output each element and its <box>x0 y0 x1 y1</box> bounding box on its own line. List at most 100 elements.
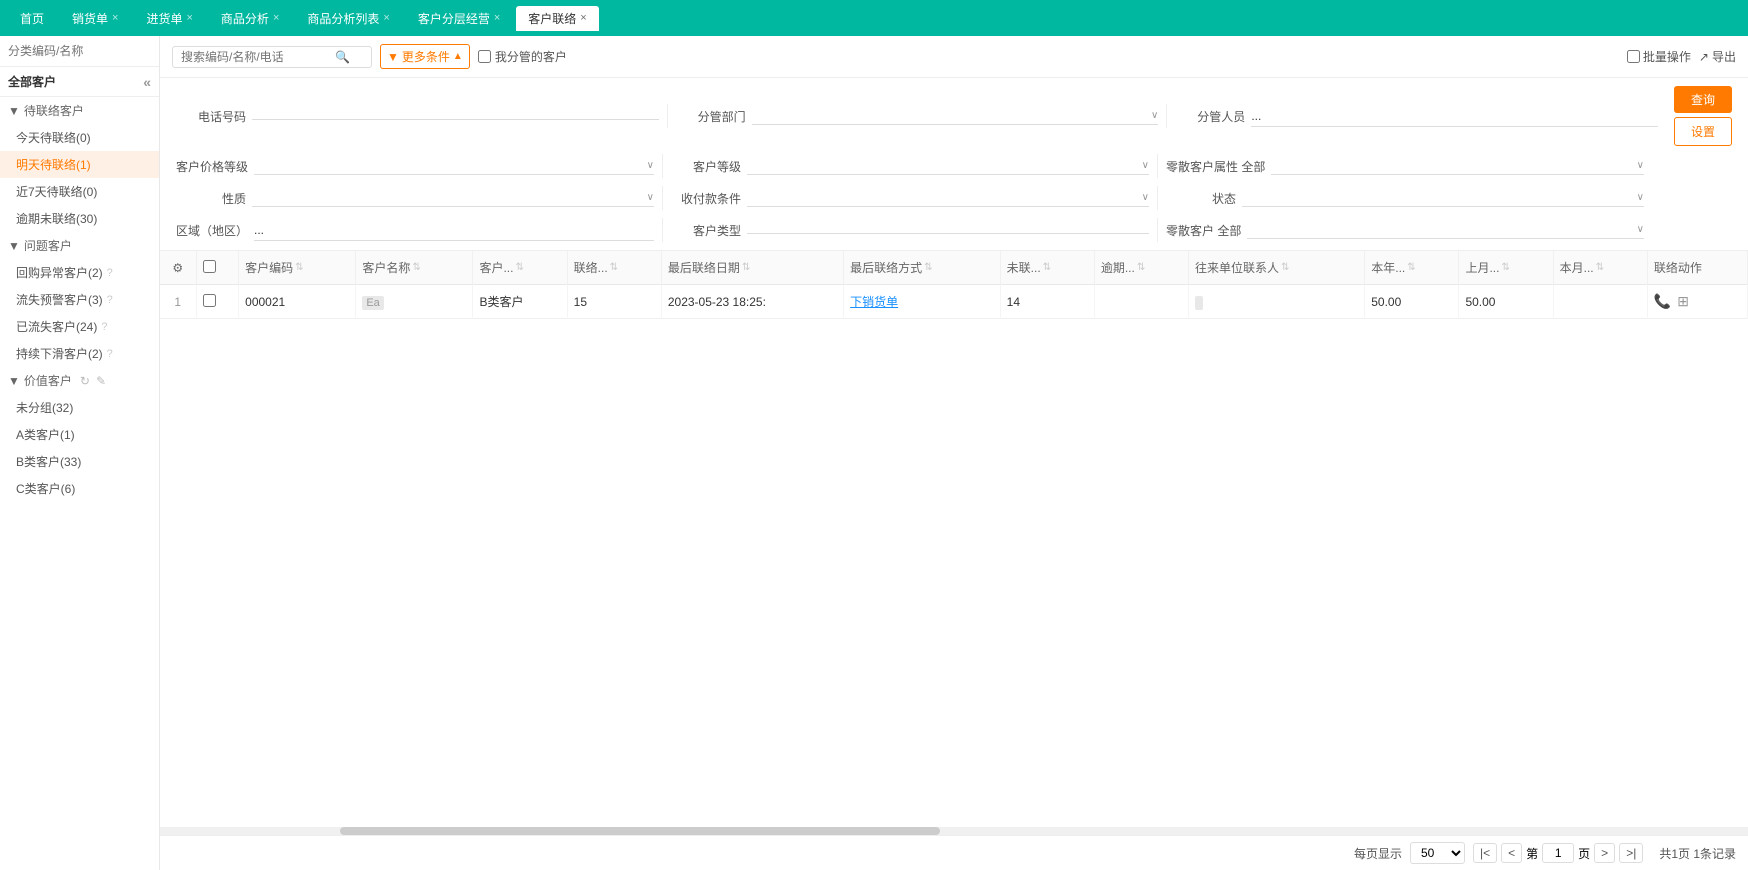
filter-payment-select[interactable]: ∨ <box>747 189 1149 207</box>
pager-first-btn[interactable]: |< <box>1473 843 1497 863</box>
my-customers-checkbox[interactable] <box>478 50 491 63</box>
my-customers-checkbox-label[interactable]: 我分管的客户 <box>478 48 567 65</box>
sidebar-group-pending[interactable]: ▼ 待联络客户 <box>0 97 159 124</box>
phone-action-icon[interactable]: 📞 <box>1654 293 1671 310</box>
page-input[interactable] <box>1542 843 1574 863</box>
value-edit-icon[interactable]: ✎ <box>96 374 106 388</box>
sort-year-icon[interactable]: ⇅ <box>1407 262 1415 273</box>
pager-last-btn[interactable]: >| <box>1619 843 1643 863</box>
nav-customer-tier[interactable]: 客户分层经营 × <box>406 6 512 31</box>
query-btn[interactable]: 查询 <box>1674 86 1732 113</box>
row-method-cell[interactable]: 下销货单 <box>844 285 1001 319</box>
nav-sales[interactable]: 销货单 × <box>60 6 130 31</box>
sort-method-icon[interactable]: ⇅ <box>924 262 932 273</box>
nav-customer-tier-close[interactable]: × <box>494 12 500 24</box>
select-all-checkbox[interactable] <box>203 260 216 273</box>
sidebar-item-overdue[interactable]: 逾期未联络(30) <box>0 205 159 232</box>
filter-customer-level-select[interactable]: ∨ <box>747 157 1149 175</box>
th-settings[interactable]: ⚙ <box>160 251 196 285</box>
sidebar-item-c-class[interactable]: C类客户(6) <box>0 475 159 502</box>
filter-action-btns: 查询 设置 <box>1674 86 1732 146</box>
nav-analysis[interactable]: 商品分析 × <box>209 6 291 31</box>
filter-retail-attr-select[interactable]: ∨ <box>1271 157 1644 175</box>
filter-icon: ▼ <box>387 50 399 64</box>
row-checkbox[interactable] <box>203 294 216 307</box>
per-page-select[interactable]: 50 20 100 <box>1410 842 1465 864</box>
value-refresh-icon[interactable]: ↻ <box>80 374 90 388</box>
batch-btn[interactable]: 批量操作 <box>1627 48 1691 65</box>
filter-price-level-select[interactable]: ∨ <box>254 157 654 175</box>
nav-analysis-label: 商品分析 <box>221 10 269 27</box>
filter-nature-select[interactable]: ∨ <box>252 189 654 207</box>
filter-phone-input[interactable] <box>252 113 659 120</box>
sort-date-icon[interactable]: ⇅ <box>742 262 750 273</box>
sidebar-item-b-class[interactable]: B类客户(33) <box>0 448 159 475</box>
top-nav: 首页 销货单 × 进货单 × 商品分析 × 商品分析列表 × 客户分层经营 × … <box>0 0 1748 36</box>
nav-customer-contact-close[interactable]: × <box>580 12 586 24</box>
unit-contact-masked <box>1195 296 1203 310</box>
nav-analysis-list-close[interactable]: × <box>383 12 389 24</box>
sidebar-item-continuous-drop[interactable]: 持续下滑客户(2) ? <box>0 340 159 367</box>
th-contact: 联络...⇅ <box>567 251 661 285</box>
search-input[interactable] <box>181 50 331 64</box>
pager-prev-btn[interactable]: < <box>1501 843 1522 863</box>
grid-action-icon[interactable]: ⊞ <box>1677 293 1689 310</box>
th-checkbox[interactable] <box>196 251 239 285</box>
nav-analysis-list[interactable]: 商品分析列表 × <box>295 6 401 31</box>
pager: |< < 第 页 > >| <box>1473 843 1643 863</box>
export-label: 导出 <box>1712 48 1736 65</box>
batch-checkbox[interactable] <box>1627 50 1640 63</box>
nav-purchase[interactable]: 进货单 × <box>134 6 204 31</box>
filter-dept-select[interactable]: ∨ <box>752 107 1159 125</box>
sort-type-icon[interactable]: ⇅ <box>515 262 523 273</box>
sort-name-icon[interactable]: ⇅ <box>412 262 420 273</box>
row-checkbox-cell[interactable] <box>196 285 239 319</box>
sidebar-item-7days[interactable]: 近7天待联络(0) <box>0 178 159 205</box>
nav-home[interactable]: 首页 <box>8 6 56 31</box>
settings-btn[interactable]: 设置 <box>1674 117 1732 146</box>
sort-code-icon[interactable]: ⇅ <box>295 262 303 273</box>
filter-customer-type-select[interactable] <box>747 227 1149 234</box>
sidebar-item-lost-risk[interactable]: 流失预警客户(3) ? <box>0 286 159 313</box>
filter-region-select[interactable]: ... <box>254 220 654 241</box>
sort-no-contact-icon[interactable]: ⇅ <box>1043 262 1051 273</box>
last-contact-method-link[interactable]: 下销货单 <box>850 295 898 309</box>
sidebar-group-problem[interactable]: ▼ 问题客户 <box>0 232 159 259</box>
sidebar-item-a-class[interactable]: A类客户(1) <box>0 421 159 448</box>
filter-person-select[interactable]: ... <box>1251 106 1658 127</box>
sort-contact-icon[interactable]: ⇅ <box>610 262 618 273</box>
filter-status-select[interactable]: ∨ <box>1242 189 1644 207</box>
collapse-icon[interactable]: « <box>143 74 151 90</box>
scrollbar-thumb[interactable] <box>340 827 940 835</box>
sidebar-group-value[interactable]: ▼ 价值客户 ↻ ✎ <box>0 367 159 394</box>
th-contact-action: 联络动作 <box>1647 251 1747 285</box>
horizontal-scrollbar[interactable] <box>160 827 1748 835</box>
table-row: 1 000021 Ea B类客户 15 2023-05-23 18:25: 下销… <box>160 285 1748 319</box>
nav-customer-contact[interactable]: 客户联络 × <box>516 6 598 31</box>
all-customers-header[interactable]: 全部客户 « <box>0 67 159 97</box>
sort-unit-icon[interactable]: ⇅ <box>1281 262 1289 273</box>
sidebar-item-today[interactable]: 今天待联络(0) <box>0 124 159 151</box>
sidebar-item-lost[interactable]: 已流失客户(24) ? <box>0 313 159 340</box>
sidebar-item-tomorrow[interactable]: 明天待联络(1) <box>0 151 159 178</box>
sidebar-search-input[interactable] <box>8 44 160 58</box>
th-last-contact-method: 最后联络方式⇅ <box>844 251 1001 285</box>
nav-purchase-close[interactable]: × <box>186 12 192 24</box>
sidebar-item-repurchase[interactable]: 回购异常客户(2) ? <box>0 259 159 286</box>
filter-customer-level: 客户等级 ∨ <box>671 157 1149 175</box>
sort-this-month-icon[interactable]: ⇅ <box>1596 262 1604 273</box>
sidebar-item-ungroup[interactable]: 未分组(32) <box>0 394 159 421</box>
search-input-icon[interactable]: 🔍 <box>335 50 350 64</box>
filter-retail-select[interactable]: ∨ <box>1247 221 1644 239</box>
export-btn[interactable]: ↗ 导出 <box>1699 48 1736 65</box>
page-suffix: 页 <box>1578 845 1590 862</box>
pager-next-btn[interactable]: > <box>1594 843 1615 863</box>
page-label: 第 <box>1526 845 1538 862</box>
more-filter-btn[interactable]: ▼ 更多条件 ▲ <box>380 44 470 69</box>
sort-overdue-icon[interactable]: ⇅ <box>1137 262 1145 273</box>
sort-last-month-icon[interactable]: ⇅ <box>1501 262 1509 273</box>
th-last-contact-date: 最后联络日期⇅ <box>661 251 843 285</box>
nav-sales-close[interactable]: × <box>112 12 118 24</box>
customer-table: ⚙ 客户编码⇅ 客户名称⇅ 客户...⇅ 联络...⇅ 最后联络日期⇅ 最后联络… <box>160 251 1748 319</box>
nav-analysis-close[interactable]: × <box>273 12 279 24</box>
